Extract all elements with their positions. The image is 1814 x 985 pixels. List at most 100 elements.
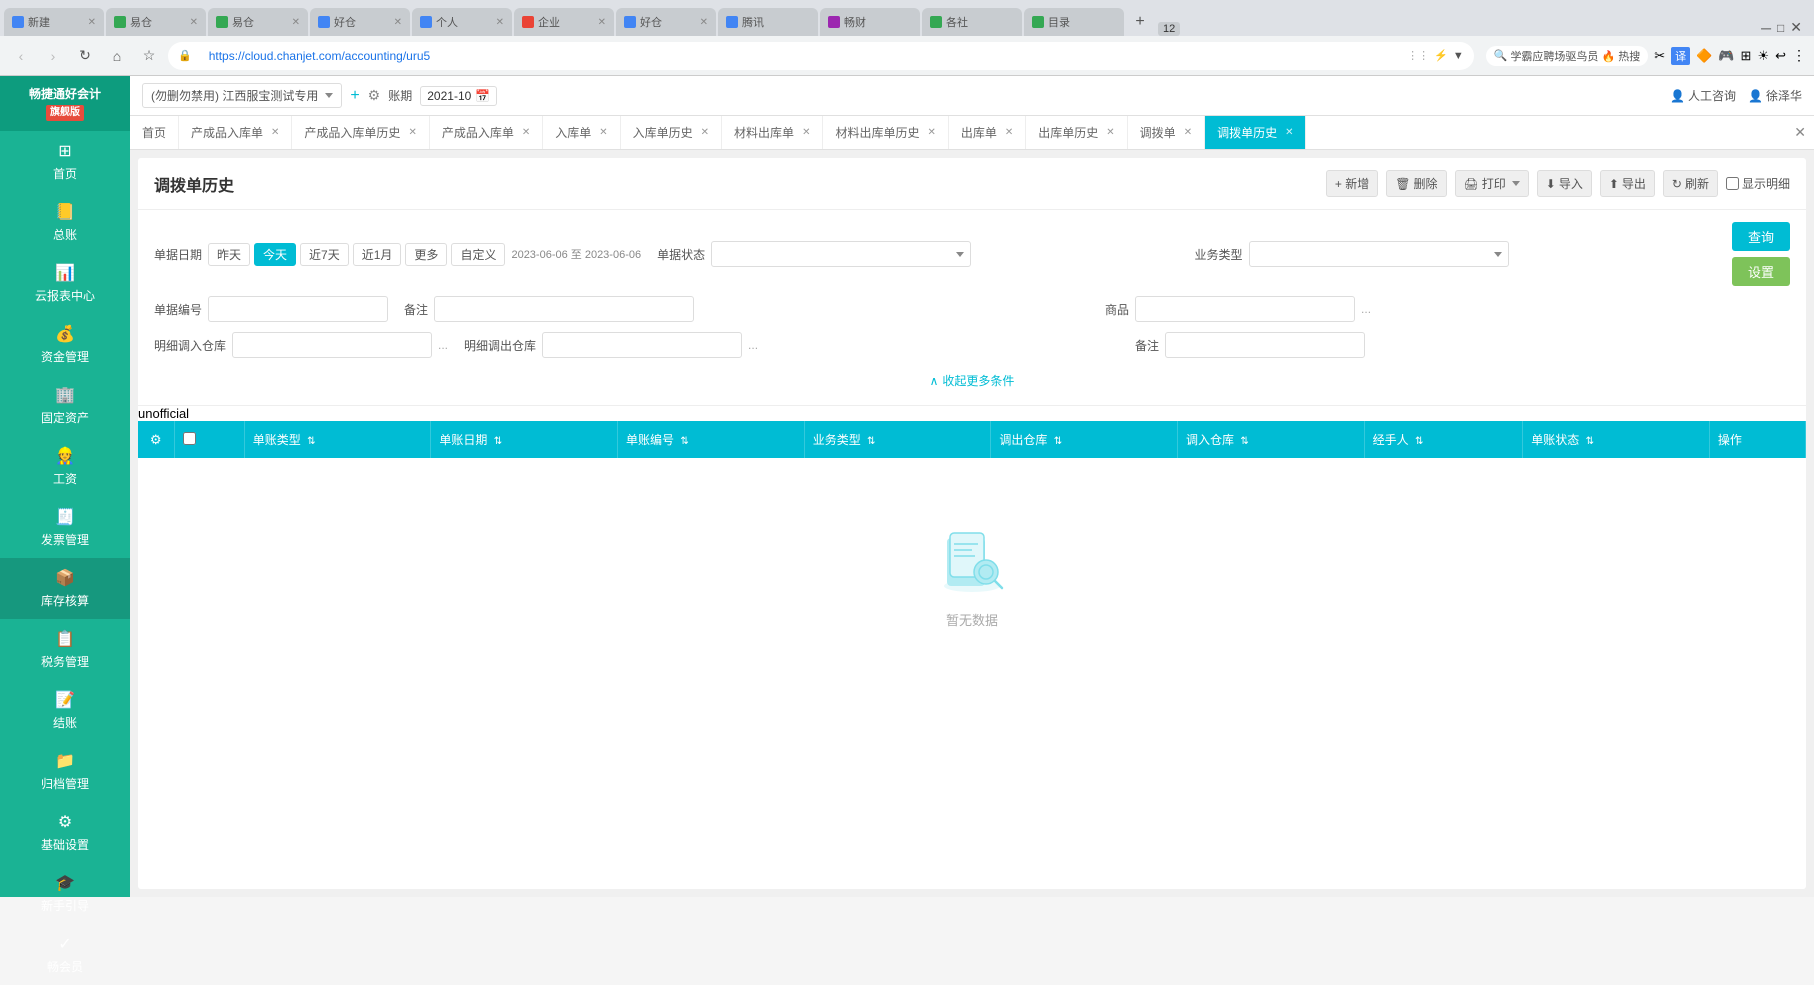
sidebar-item-settings[interactable]: ⚙ 基础设置 bbox=[0, 802, 130, 863]
tab-material-out[interactable]: 材料出库单 ✕ bbox=[722, 116, 823, 149]
show-detail-checkbox[interactable] bbox=[1726, 177, 1739, 190]
tab-close[interactable]: ✕ bbox=[701, 127, 709, 138]
custom-btn[interactable]: 自定义 bbox=[451, 243, 505, 266]
forward-button[interactable]: › bbox=[40, 43, 66, 69]
reload-button[interactable]: ↻ bbox=[72, 43, 98, 69]
tab-close[interactable]: ✕ bbox=[700, 17, 708, 28]
th-bill-type[interactable]: 单账类型 ⇅ bbox=[244, 421, 431, 458]
tab-close[interactable]: ✕ bbox=[1285, 127, 1293, 138]
sidebar-item-payroll[interactable]: 👷 工资 bbox=[0, 436, 130, 497]
tab-close[interactable]: ✕ bbox=[408, 127, 416, 138]
bookmark-button[interactable]: ☆ bbox=[136, 43, 162, 69]
status-select[interactable] bbox=[711, 241, 971, 267]
browser-tab-11[interactable]: 目录 bbox=[1024, 8, 1124, 36]
grid-icon[interactable]: ⊞ bbox=[1741, 48, 1752, 64]
select-all-checkbox[interactable] bbox=[183, 432, 196, 445]
sidebar-item-inventory[interactable]: 📦 库存核算 bbox=[0, 558, 130, 619]
extension-icon-1[interactable]: 🔶 bbox=[1696, 48, 1712, 64]
tab-home[interactable]: 首页 bbox=[130, 116, 179, 149]
add-company-btn[interactable]: + bbox=[350, 87, 359, 105]
filter-settings-btn[interactable]: 设置 bbox=[1732, 257, 1790, 286]
tab-close[interactable]: ✕ bbox=[292, 17, 300, 28]
th-bill-date[interactable]: 单账日期 ⇅ bbox=[431, 421, 618, 458]
goods-more-icon[interactable]: ... bbox=[1361, 302, 1371, 316]
browser-tab-4[interactable]: 好仓 ✕ bbox=[310, 8, 410, 36]
business-type-select[interactable] bbox=[1249, 241, 1509, 267]
window-close[interactable]: ✕ bbox=[1790, 19, 1802, 36]
7days-btn[interactable]: 近7天 bbox=[300, 243, 349, 266]
browser-tab-1[interactable]: 新建 ✕ bbox=[4, 8, 104, 36]
tab-close[interactable]: ✕ bbox=[271, 127, 279, 138]
settings-gear-icon[interactable]: ⚙ bbox=[368, 87, 381, 104]
sidebar-item-close[interactable]: 📝 结账 bbox=[0, 680, 130, 741]
warehouse-out-more-icon[interactable]: ... bbox=[748, 338, 758, 352]
tab-close[interactable]: ✕ bbox=[496, 17, 504, 28]
export-btn[interactable]: ⬆ 导出 bbox=[1600, 170, 1655, 197]
sidebar-item-home[interactable]: ⊞ 首页 bbox=[0, 131, 130, 192]
window-maximize[interactable]: □ bbox=[1777, 21, 1784, 35]
tab-transfer-history[interactable]: 调拨单历史 ✕ bbox=[1205, 116, 1306, 149]
tab-close[interactable]: ✕ bbox=[599, 127, 607, 138]
tab-close[interactable]: ✕ bbox=[394, 17, 402, 28]
goods-input[interactable] bbox=[1135, 296, 1355, 322]
tab-close[interactable]: ✕ bbox=[88, 17, 96, 28]
scissors-icon[interactable]: ✂ bbox=[1654, 48, 1665, 64]
th-handler[interactable]: 经手人 ⇅ bbox=[1364, 421, 1523, 458]
new-tab-btn[interactable]: + bbox=[1126, 8, 1154, 36]
th-bill-number[interactable]: 单账编号 ⇅ bbox=[618, 421, 805, 458]
tab-inbound[interactable]: 入库单 ✕ bbox=[543, 116, 620, 149]
tab-close[interactable]: ✕ bbox=[1005, 127, 1013, 138]
sidebar-item-member[interactable]: ✓ 畅会员 bbox=[0, 924, 130, 985]
today-btn[interactable]: 今天 bbox=[254, 243, 296, 266]
translate-icon[interactable]: 译 bbox=[1671, 47, 1690, 65]
tab-inbound-history[interactable]: 入库单历史 ✕ bbox=[621, 116, 722, 149]
sidebar-item-guide[interactable]: 🎓 新手引导 bbox=[0, 863, 130, 924]
warehouse-in-more-icon[interactable]: ... bbox=[438, 338, 448, 352]
th-checkbox[interactable] bbox=[174, 421, 244, 458]
tab-close[interactable]: ✕ bbox=[522, 127, 530, 138]
tab-product-in-history[interactable]: 产成品入库单历史 ✕ bbox=[292, 116, 429, 149]
th-in-warehouse[interactable]: 调入仓库 ⇅ bbox=[1178, 421, 1365, 458]
address-bar[interactable] bbox=[197, 42, 1402, 70]
browser-tab-8[interactable]: 腾讯 bbox=[718, 8, 818, 36]
browser-tab-7[interactable]: 好仓 ✕ bbox=[616, 8, 716, 36]
more-btn[interactable]: 更多 bbox=[405, 243, 447, 266]
service-btn[interactable]: 👤 人工咨询 bbox=[1670, 87, 1736, 104]
remark-input[interactable] bbox=[1165, 332, 1365, 358]
tab-close[interactable]: ✕ bbox=[598, 17, 606, 28]
tab-product-in-2[interactable]: 产成品入库单 ✕ bbox=[430, 116, 543, 149]
tab-product-in[interactable]: 产成品入库单 ✕ bbox=[179, 116, 292, 149]
browser-tab-2[interactable]: 易仓 ✕ bbox=[106, 8, 206, 36]
bill-number-input[interactable] bbox=[208, 296, 388, 322]
sidebar-item-ledger[interactable]: 📒 总账 bbox=[0, 192, 130, 253]
sidebar-item-fund[interactable]: 💰 资金管理 bbox=[0, 314, 130, 375]
sidebar-item-invoice[interactable]: 🧾 发票管理 bbox=[0, 497, 130, 558]
tab-close[interactable]: ✕ bbox=[1106, 127, 1114, 138]
sidebar-item-fixed-assets[interactable]: 🏢 固定资产 bbox=[0, 375, 130, 436]
sidebar-item-tax[interactable]: 📋 税务管理 bbox=[0, 619, 130, 680]
browser-tab-3[interactable]: 易仓 ✕ bbox=[208, 8, 308, 36]
browser-tab-5[interactable]: 个人 ✕ bbox=[412, 8, 512, 36]
browser-tab-9[interactable]: 畅财 bbox=[820, 8, 920, 36]
th-bill-status[interactable]: 单账状态 ⇅ bbox=[1523, 421, 1710, 458]
tab-close[interactable]: ✕ bbox=[802, 127, 810, 138]
menu-icon[interactable]: ⋮ bbox=[1792, 47, 1806, 64]
note-input[interactable] bbox=[434, 296, 694, 322]
1month-btn[interactable]: 近1月 bbox=[353, 243, 402, 266]
th-gear[interactable]: ⚙ bbox=[138, 421, 174, 458]
extension-icon-2[interactable]: 🎮 bbox=[1718, 48, 1734, 64]
tab-close[interactable]: ✕ bbox=[1184, 127, 1192, 138]
browser-tab-6[interactable]: 企业 ✕ bbox=[514, 8, 614, 36]
th-business-type[interactable]: 业务类型 ⇅ bbox=[804, 421, 991, 458]
home-button[interactable]: ⌂ bbox=[104, 43, 130, 69]
sidebar-item-reports[interactable]: 📊 云报表中心 bbox=[0, 253, 130, 314]
query-btn[interactable]: 查询 bbox=[1732, 222, 1790, 251]
print-btn[interactable]: 🖨 打印 bbox=[1455, 170, 1529, 197]
tab-close[interactable]: ✕ bbox=[190, 17, 198, 28]
tab-outbound-history[interactable]: 出库单历史 ✕ bbox=[1026, 116, 1127, 149]
sidebar-item-archive[interactable]: 📁 归档管理 bbox=[0, 741, 130, 802]
theme-icon[interactable]: ☀ bbox=[1757, 48, 1769, 64]
close-all-btn[interactable]: ✕ bbox=[1786, 124, 1814, 141]
delete-btn[interactable]: 🗑 删除 bbox=[1386, 170, 1446, 197]
collapse-btn[interactable]: ∧ 收起更多条件 bbox=[918, 368, 1027, 393]
